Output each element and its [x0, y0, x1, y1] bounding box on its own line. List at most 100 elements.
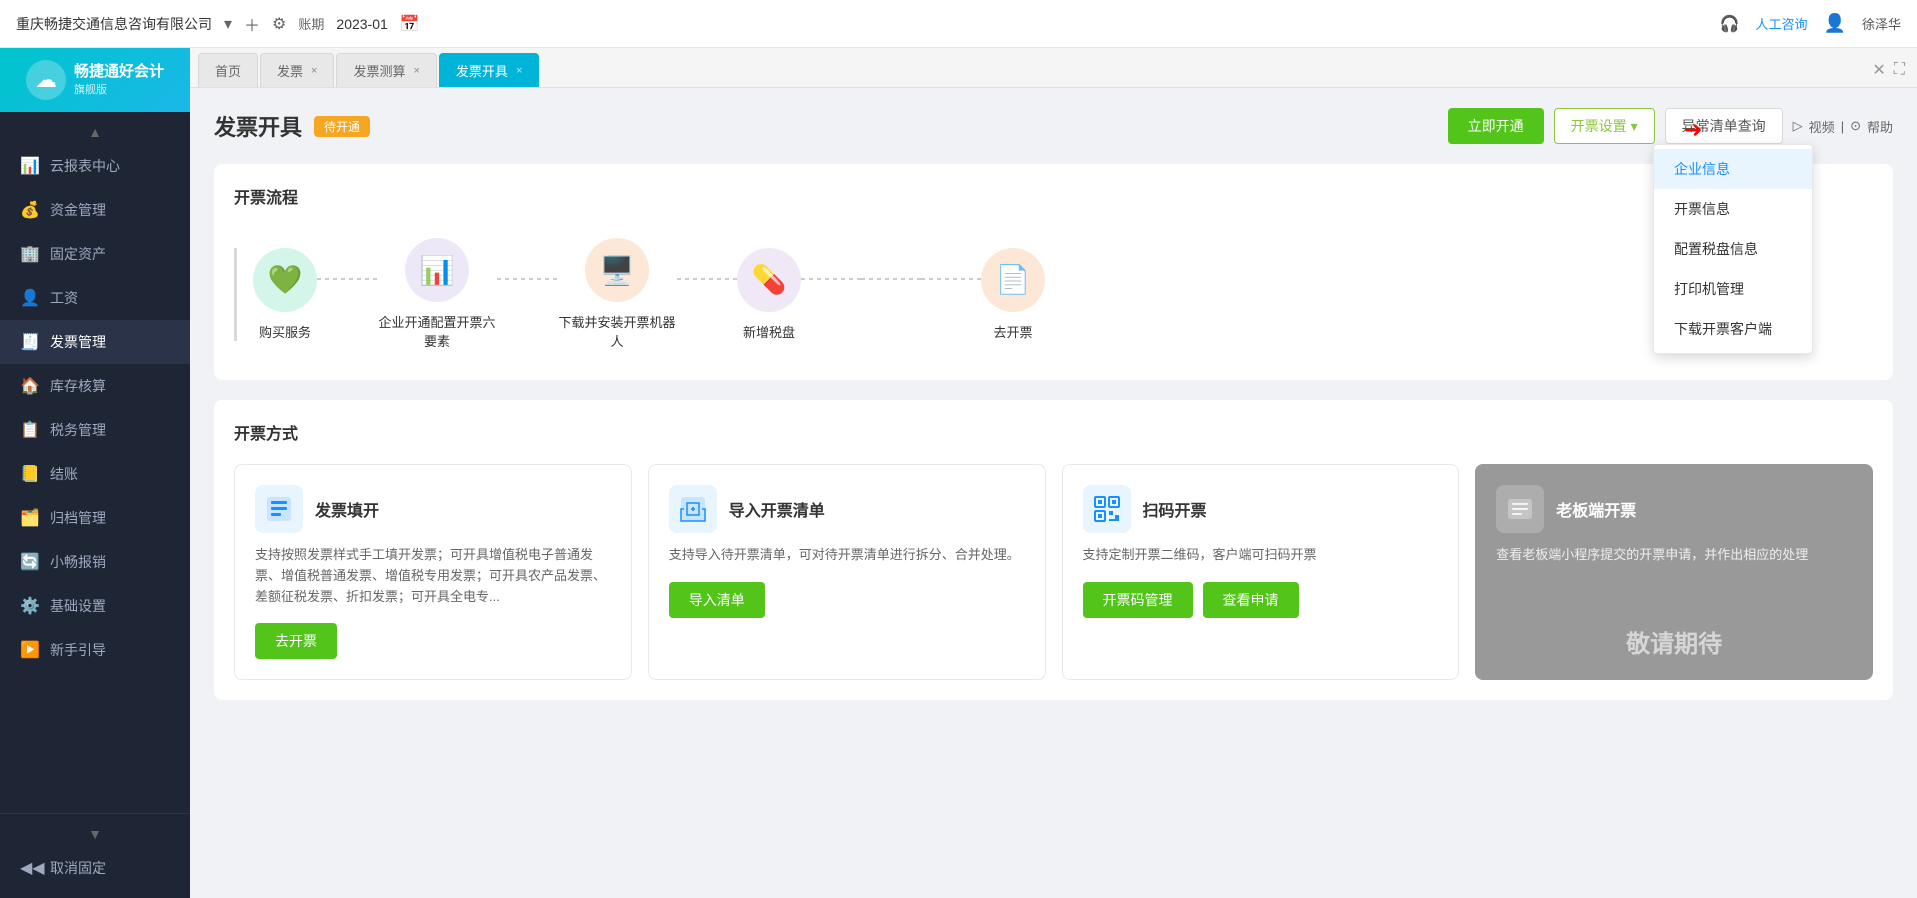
add-icon[interactable]: ＋ — [244, 12, 260, 36]
settle-icon: 📒 — [20, 464, 40, 484]
methods-grid: 发票填开 支持按照发票样式手工填开发票；可开具增值税电子普通发票、增值税普通发票… — [234, 464, 1873, 680]
sidebar-item-label: 基础设置 — [50, 596, 106, 616]
dropdown-item-tax-config[interactable]: 配置税盘信息 — [1654, 229, 1812, 269]
dropdown-icon[interactable]: ▾ — [224, 14, 232, 34]
expand-icon[interactable]: ⛶ — [1894, 61, 1905, 79]
settings-chevron-icon: ▾ — [1631, 118, 1638, 135]
scroll-down[interactable]: ▼ — [0, 822, 190, 846]
tab-invoice-label: 发票 — [277, 61, 303, 80]
sidebar-item-label: 结账 — [50, 464, 78, 484]
fill-invoice-button[interactable]: 去开票 — [255, 623, 337, 659]
step4-label: 新增税盘 — [743, 322, 795, 341]
tab-invoice[interactable]: 发票 × — [260, 53, 334, 87]
settings-button[interactable]: 开票设置 ▾ — [1554, 108, 1655, 144]
help-icon[interactable]: ⊙ — [1850, 118, 1861, 134]
sidebar-item-asset-mgmt[interactable]: 🏢 固定资产 — [0, 232, 190, 276]
page-title: 发票开具 — [214, 110, 302, 142]
separator-2 — [497, 278, 557, 280]
step4-icon: 💊 — [737, 248, 801, 312]
settings-dropdown: ➜ 企业信息 开票信息 配置税盘信息 打印机管理 — [1653, 144, 1813, 354]
help-label[interactable]: 帮助 — [1867, 117, 1893, 136]
tab-actions: ✕ ⛶ — [1860, 53, 1917, 87]
dropdown-item-download-client[interactable]: 下载开票客户端 — [1654, 309, 1812, 349]
separator-1 — [317, 278, 377, 280]
method-fill-header: 发票填开 — [255, 485, 611, 533]
sidebar-item-label: 新手引导 — [50, 640, 106, 660]
tab-invoice-open-label: 发票开具 — [456, 61, 508, 80]
method-import-icon — [669, 485, 717, 533]
tab-invoice-open[interactable]: 发票开具 × — [439, 53, 539, 87]
company-info-label: 企业信息 — [1674, 159, 1730, 179]
settings-button-label: 开票设置 — [1571, 116, 1627, 136]
page-content: 发票开具 待开通 立即开通 开票设置 ▾ 异常清单查询 ▷ 视频 | ⊙ — [190, 88, 1917, 898]
user-name[interactable]: 徐泽华 — [1862, 14, 1901, 33]
method-boss-title: 老板端开票 — [1556, 497, 1636, 521]
sidebar-item-new-guide[interactable]: ▶️ 新手引导 — [0, 628, 190, 672]
top-bar-right: 🎧 人工咨询 👤 徐泽华 — [1720, 13, 1901, 34]
cancel-fixed-icon: ◀◀ — [20, 858, 40, 878]
company-name[interactable]: 重庆畅捷交通信息咨询有限公司 — [16, 14, 212, 34]
dropdown-item-printer-mgmt[interactable]: 打印机管理 — [1654, 269, 1812, 309]
method-scan-desc: 支持定制开票二维码，客户端可扫码开票 — [1083, 545, 1439, 566]
tab-home[interactable]: 首页 — [198, 53, 258, 87]
page-actions: 立即开通 开票设置 ▾ 异常清单查询 ▷ 视频 | ⊙ 帮助 — [1448, 108, 1893, 144]
dropdown-item-invoice-info[interactable]: 开票信息 — [1654, 189, 1812, 229]
asset-icon: 🏢 — [20, 244, 40, 264]
settings-icon[interactable]: ⚙ — [272, 14, 286, 34]
sidebar-item-salary[interactable]: 👤 工资 — [0, 276, 190, 320]
abnormal-button[interactable]: 异常清单查询 — [1665, 108, 1783, 144]
tax-config-label: 配置税盘信息 — [1674, 239, 1758, 259]
step5-label: 去开票 — [993, 322, 1032, 341]
sidebar-item-invoice-mgmt[interactable]: 🧾 发票管理 — [0, 320, 190, 364]
process-step-4: 💊 新增税盘 — [737, 248, 801, 341]
import-list-button[interactable]: 导入清单 — [669, 582, 765, 618]
sidebar: ☁ 畅捷通好会计 旗舰版 ▲ 📊 云报表中心 💰 资金管理 🏢 固定资产 — [0, 48, 190, 898]
sidebar-item-settle[interactable]: 📒 结账 — [0, 452, 190, 496]
page-header: 发票开具 待开通 立即开通 开票设置 ▾ 异常清单查询 ▷ 视频 | ⊙ — [214, 108, 1893, 144]
sidebar-item-tax-mgmt[interactable]: 📋 税务管理 — [0, 408, 190, 452]
avatar-icon: 👤 — [1824, 13, 1846, 34]
invoice-mgmt-icon: 🧾 — [20, 332, 40, 352]
process-flow: 💚 购买服务 📊 企业开通配置开票六要素 🖥️ 下载并安装开票机器人 — [234, 228, 1873, 360]
close-invoice-open-tab[interactable]: × — [516, 65, 522, 77]
sidebar-item-mini-report[interactable]: 🔄 小畅报销 — [0, 540, 190, 584]
sidebar-item-stock[interactable]: 🏠 库存核算 — [0, 364, 190, 408]
video-label[interactable]: 视频 — [1809, 117, 1835, 136]
close-invoice-calc-tab[interactable]: × — [413, 65, 419, 77]
support-label[interactable]: 人工咨询 — [1756, 14, 1808, 33]
close-all-icon[interactable]: ✕ — [1872, 60, 1885, 80]
sidebar-item-archive[interactable]: 🗂️ 归档管理 — [0, 496, 190, 540]
sidebar-item-label: 云报表中心 — [50, 156, 120, 176]
process-step-1: 💚 购买服务 — [234, 248, 317, 341]
activate-button[interactable]: 立即开通 — [1448, 108, 1544, 144]
logo-title: 畅捷通好会计 — [74, 63, 164, 81]
step2-icon: 📊 — [405, 238, 469, 302]
cloud-report-icon: 📊 — [20, 156, 40, 176]
invoice-info-label: 开票信息 — [1674, 199, 1730, 219]
tab-invoice-calc[interactable]: 发票测算 × — [336, 53, 436, 87]
step3-label: 下载并安装开票机器人 — [557, 312, 677, 350]
page-title-row: 发票开具 待开通 — [214, 110, 370, 142]
overlay-text: 敬请期待 — [1476, 624, 1872, 659]
content-area: 首页 发票 × 发票测算 × 发票开具 × ✕ ⛶ — [190, 48, 1917, 898]
sidebar-item-fund-mgmt[interactable]: 💰 资金管理 — [0, 188, 190, 232]
calendar-icon[interactable]: 📅 — [400, 14, 420, 34]
scroll-up[interactable]: ▲ — [0, 120, 190, 144]
view-application-button[interactable]: 查看申请 — [1203, 582, 1299, 618]
method-card-fill: 发票填开 支持按照发票样式手工填开发票；可开具增值税电子普通发票、增值税普通发票… — [234, 464, 632, 680]
process-section-title: 开票流程 — [234, 184, 1873, 208]
headset-icon[interactable]: 🎧 — [1720, 14, 1740, 34]
dropdown-item-company-info[interactable]: 企业信息 — [1654, 149, 1812, 189]
method-card-import: 导入开票清单 支持导入待开票清单，可对待开票清单进行拆分、合并处理。 导入清单 — [648, 464, 1046, 680]
scan-code-mgmt-button[interactable]: 开票码管理 — [1083, 582, 1193, 618]
sidebar-item-cloud-report[interactable]: 📊 云报表中心 — [0, 144, 190, 188]
sidebar-item-label: 发票管理 — [50, 332, 106, 352]
separator-4c — [921, 278, 981, 280]
method-import-header: 导入开票清单 — [669, 485, 1025, 533]
method-fill-desc: 支持按照发票样式手工填开发票；可开具增值税电子普通发票、增值税普通发票、增值税专… — [255, 545, 611, 607]
sidebar-item-basic-settings[interactable]: ⚙️ 基础设置 — [0, 584, 190, 628]
play-icon[interactable]: ▷ — [1793, 118, 1803, 134]
close-invoice-tab[interactable]: × — [311, 65, 317, 77]
method-card-scan: 扫码开票 支持定制开票二维码，客户端可扫码开票 开票码管理 查看申请 — [1062, 464, 1460, 680]
sidebar-item-cancel-fixed[interactable]: ◀◀ 取消固定 — [0, 846, 190, 890]
